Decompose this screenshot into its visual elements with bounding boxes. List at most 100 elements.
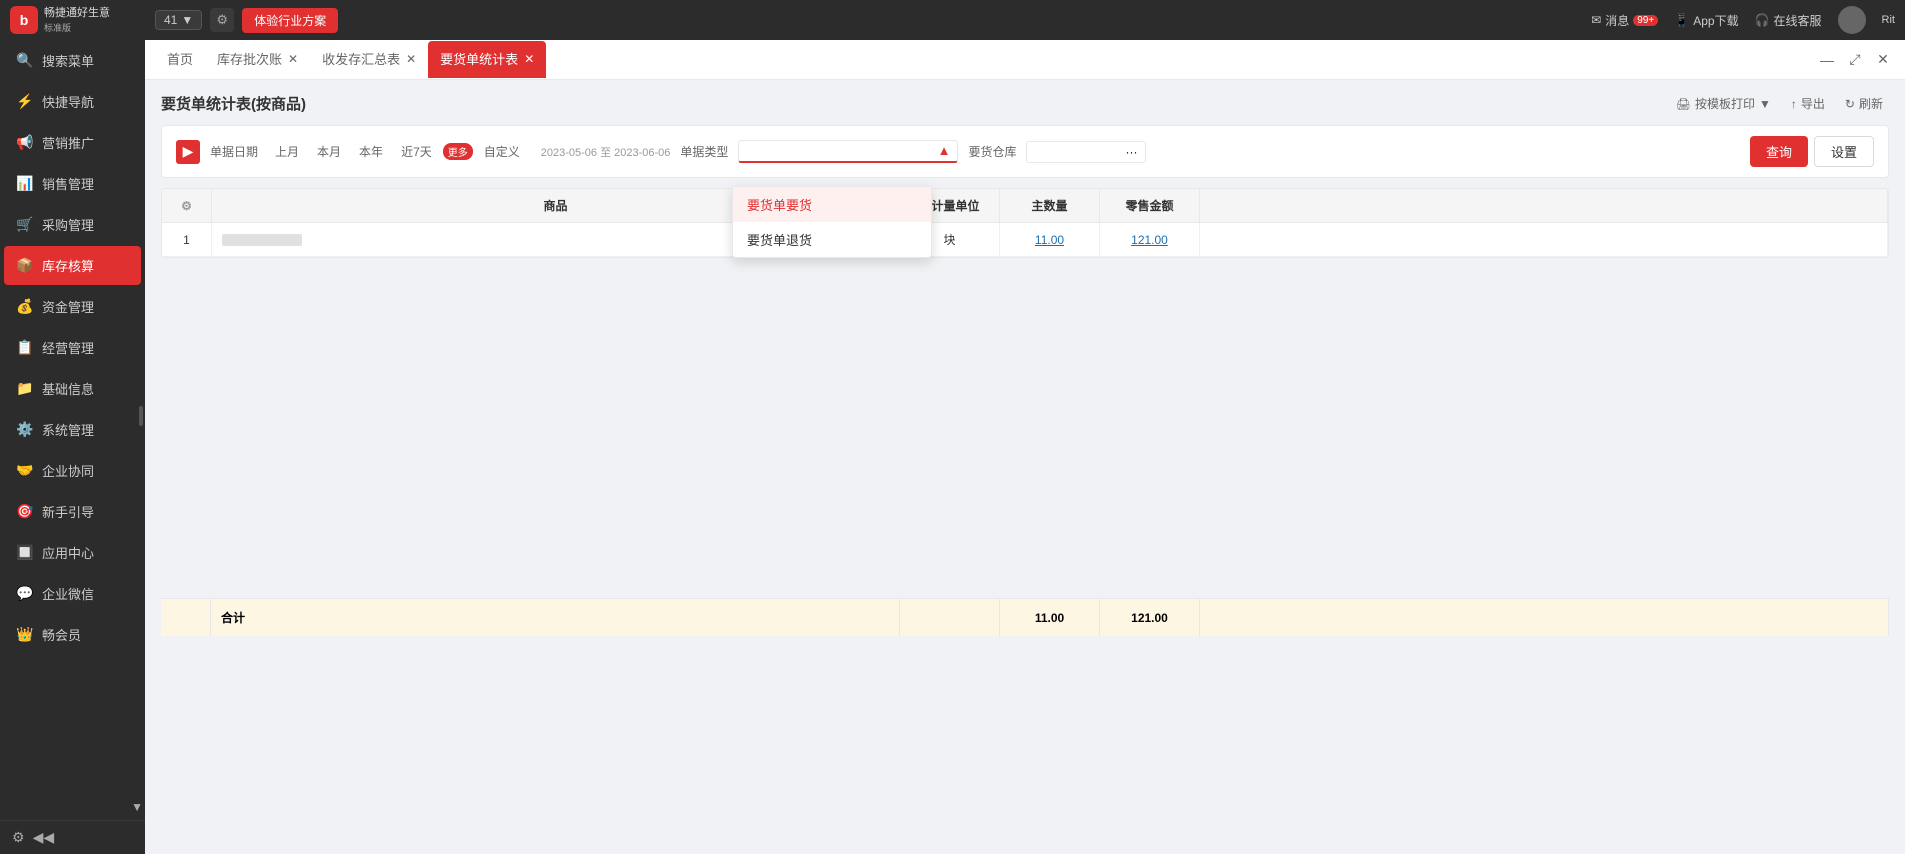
footer-empty1 [161,599,211,636]
top-header: b 畅捷通好生意 标准版 41 ▼ ⚙ 体验行业方案 ✉ 消息 99+ 📱 Ap… [0,0,1905,40]
settings-btn[interactable]: ⚙ [210,8,234,32]
product-placeholder [222,234,302,246]
date-btn-7days[interactable]: 近7天 [394,140,439,163]
footer-label: 合计 [211,599,900,636]
date-btn-custom[interactable]: 自定义 [477,140,527,163]
print-dropdown-icon: ▼ [1759,97,1771,111]
table-col-quantity: 主数量 [1000,189,1100,222]
print-icon: 🖨 [1676,97,1691,111]
sidebar-bottom: ⚙ ◀◀ [0,820,145,854]
system-icon: ⚙️ [16,421,34,439]
date-btn-this-month[interactable]: 本月 [310,140,348,163]
logo-area: b 畅捷通好生意 标准版 [10,6,155,34]
close-tab-receive-summary[interactable]: ✕ [406,52,416,66]
type-dropdown-overlay: 要货单要货 要货单退货 [732,186,932,258]
sidebar-item-quick-nav[interactable]: ⚡ 快捷导航 [4,82,141,121]
tab-bar-right: — ⤢ ✕ [1815,48,1895,72]
sidebar-item-finance[interactable]: 💰 资金管理 [4,287,141,326]
sidebar-item-sales[interactable]: 📊 销售管理 [4,164,141,203]
export-btn[interactable]: ↑ 导出 [1785,92,1831,115]
sidebar-item-marketing[interactable]: 📢 营销推广 [4,123,141,162]
refresh-btn[interactable]: ↻ 刷新 [1839,92,1889,115]
headset-icon: 🎧 [1755,13,1770,27]
trial-button[interactable]: 体验行业方案 [242,8,338,33]
sidebar-item-search-menu[interactable]: 🔍 搜索菜单 [4,41,141,80]
online-service-btn[interactable]: 🎧 在线客服 [1755,12,1822,29]
sidebar-item-system[interactable]: ⚙️ 系统管理 [4,410,141,449]
type-dropdown-up-icon[interactable]: ▲ [938,143,951,158]
close-tab-inventory-batch[interactable]: ✕ [288,52,298,66]
sidebar-item-inventory[interactable]: 📦 库存核算 [4,246,141,285]
messages-badge: 99+ [1633,15,1658,26]
cell-extra [1200,223,1888,256]
filter-right-btns: 查询 设置 [1750,136,1874,167]
type-input[interactable] [738,140,958,163]
username-text: Rit [1882,14,1895,26]
warehouse-label: 要货仓库 [968,143,1016,160]
member-icon: 👑 [16,626,34,644]
chevron-down-icon: ▼ [181,13,193,27]
table-empty-space [161,258,1889,598]
date-btn-last-month[interactable]: 上月 [268,140,306,163]
tab-receive-summary[interactable]: 收发存汇总表 ✕ [310,41,428,78]
date-range-text: 2023-05-06 至 2023-06-06 [541,144,671,160]
print-btn[interactable]: 🖨 按模板打印 ▼ [1670,92,1777,115]
page-title-bar: 要货单统计表(按商品) 🖨 按模板打印 ▼ ↑ 导出 ↻ 刷新 [161,92,1889,115]
date-btn-this-year[interactable]: 本年 [352,140,390,163]
company-selector[interactable]: 41 ▼ [155,10,202,30]
wechat-icon: 💬 [16,585,34,603]
sidebar-item-member[interactable]: 👑 畅会员 [4,615,141,654]
tab-minimize-btn[interactable]: — [1815,48,1839,72]
sidebar-item-app-center[interactable]: 🔲 应用中心 [4,533,141,572]
export-icon: ↑ [1791,97,1797,111]
tab-order-summary[interactable]: 要货单统计表 ✕ [428,41,546,78]
message-icon: ✉ [1591,13,1601,27]
app-download-btn[interactable]: 📱 App下载 [1674,12,1738,29]
sidebar-item-basic-info[interactable]: 📁 基础信息 [4,369,141,408]
sidebar-item-wechat[interactable]: 💬 企业微信 [4,574,141,613]
sales-icon: 📊 [16,175,34,193]
close-tab-order-summary[interactable]: ✕ [524,52,534,66]
table-row[interactable]: 1 块 11.00 121.00 [162,223,1888,257]
sidebar-item-purchase[interactable]: 🛒 采购管理 [4,205,141,244]
purchase-icon: 🛒 [16,216,34,234]
enterprise-icon: 🤝 [16,462,34,480]
tab-close-all-btn[interactable]: ✕ [1871,48,1895,72]
tab-inventory-batch[interactable]: 库存批次账 ✕ [205,41,310,78]
avatar[interactable] [1838,6,1866,34]
logo-icon: b [10,6,38,34]
table-col-extra [1200,189,1888,222]
tab-expand-btn[interactable]: ⤢ [1843,48,1867,72]
finance-icon: 💰 [16,298,34,316]
settings-button[interactable]: 设置 [1814,136,1874,167]
footer-amount: 121.00 [1100,599,1200,636]
phone-icon: 📱 [1674,13,1689,27]
cell-index: 1 [162,223,212,256]
table-col-amount: 零售金额 [1100,189,1200,222]
table-footer: 合计 11.00 121.00 [161,598,1889,636]
footer-extra [1200,599,1889,636]
sidebar-settings-icon[interactable]: ⚙ [12,829,25,846]
sidebar-collapse-icon[interactable]: ◀◀ [33,829,55,846]
data-table: ⚙ 商品 主计量单位 主数量 零售金额 [161,188,1889,258]
footer-unit [900,599,1000,636]
header-middle: 41 ▼ ⚙ 体验行业方案 [155,8,1591,33]
table-settings-col[interactable]: ⚙ [162,189,212,222]
dropdown-item-return-order[interactable]: 要货单退货 [733,222,931,257]
tab-home[interactable]: 首页 [155,41,205,78]
cell-quantity: 11.00 [1000,223,1100,256]
filter-expand-btn[interactable]: ▶ [176,140,200,164]
dropdown-item-purchase-order[interactable]: 要货单要货 [733,187,931,222]
warehouse-dropdown[interactable]: ··· [1026,141,1146,163]
content-area: 首页 库存批次账 ✕ 收发存汇总表 ✕ 要货单统计表 ✕ — ⤢ ✕ [145,40,1905,854]
date-more-badge[interactable]: 更多 [443,143,473,160]
page-title: 要货单统计表(按商品) [161,93,306,114]
messages-btn[interactable]: ✉ 消息 99+ [1591,12,1658,29]
sidebar-item-operation[interactable]: 📋 经营管理 [4,328,141,367]
sidebar-scroll-down[interactable]: ▼ [131,800,143,814]
sidebar: 🔍 搜索菜单 ⚡ 快捷导航 📢 营销推广 📊 销售管理 🛒 采购管理 📦 库存核… [0,40,145,854]
search-button[interactable]: 查询 [1750,136,1808,167]
sidebar-item-guide[interactable]: 🎯 新手引导 [4,492,141,531]
sidebar-item-enterprise[interactable]: 🤝 企业协同 [4,451,141,490]
search-icon: 🔍 [16,52,34,70]
